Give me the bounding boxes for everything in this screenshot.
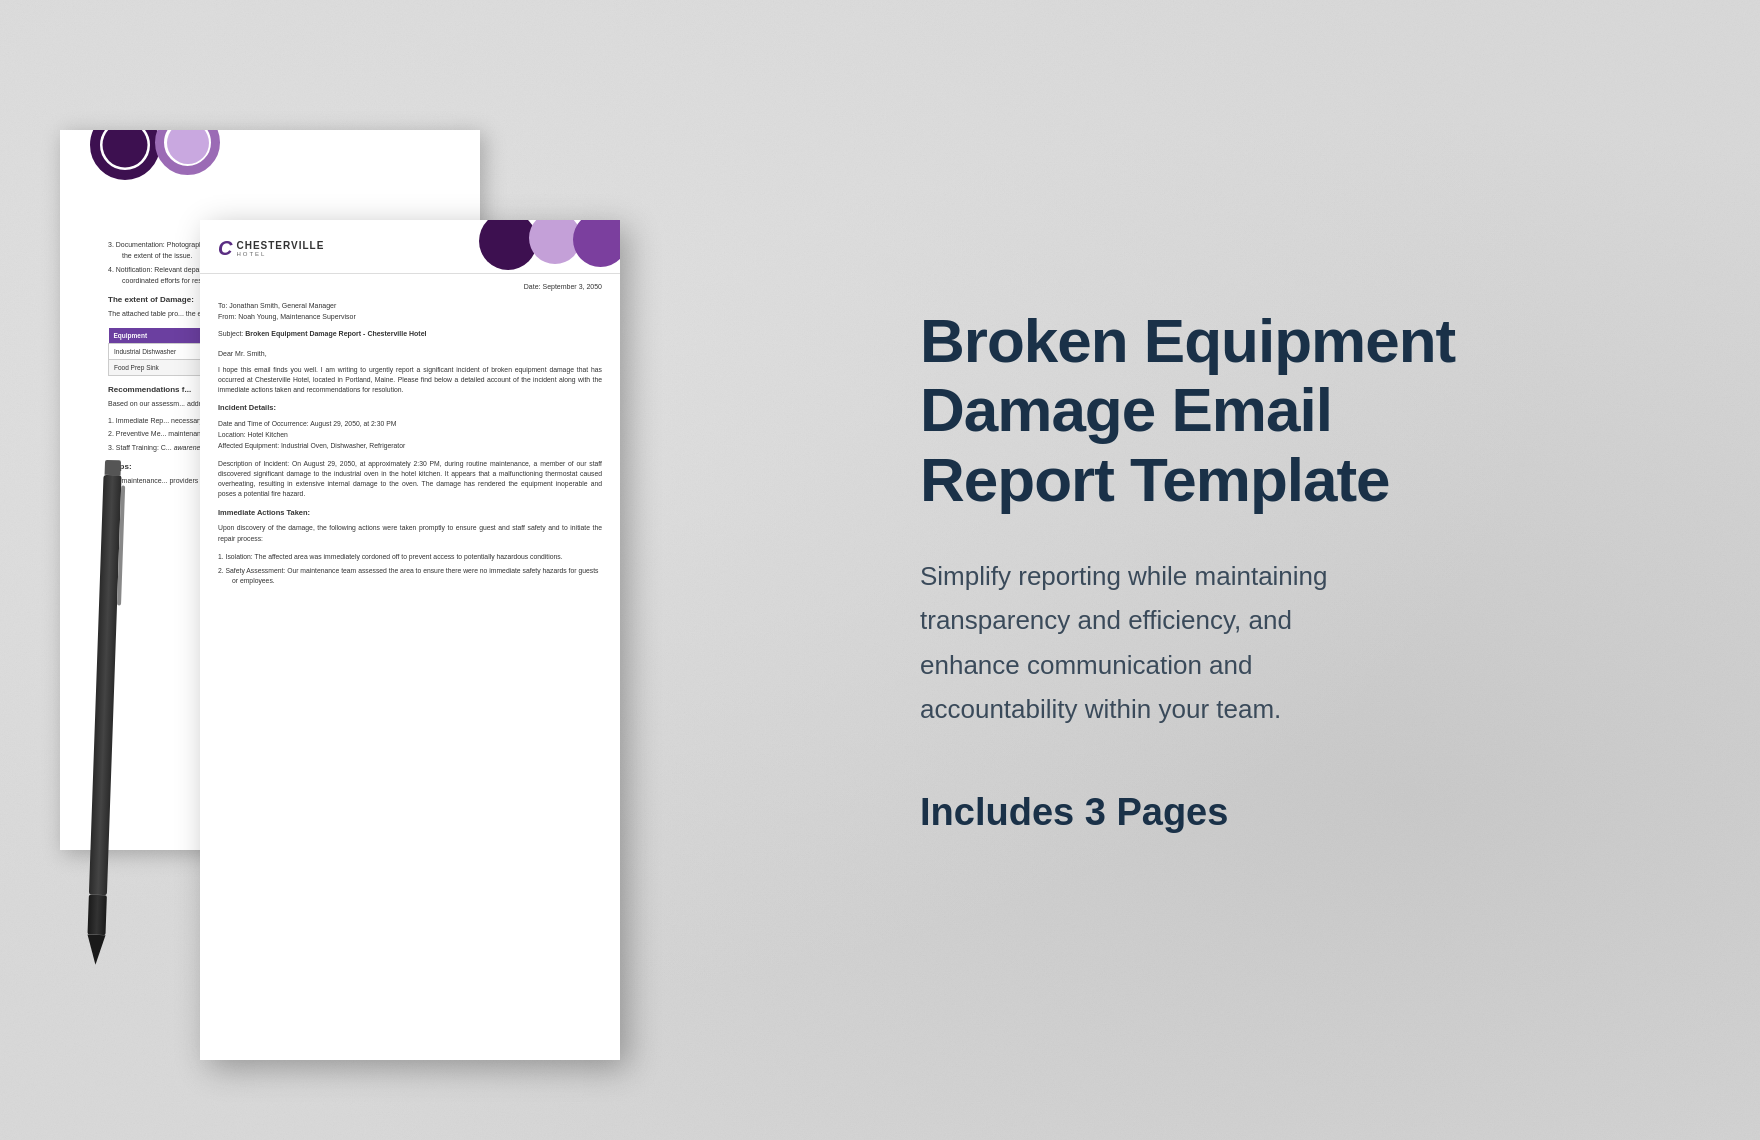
main-title: Broken Equipment Damage Email Report Tem… bbox=[920, 306, 1660, 514]
back-doc-circles bbox=[90, 130, 220, 180]
incident-title: Incident Details: bbox=[218, 403, 602, 414]
affected-equipment: Affected Equipment: Industrial Oven, Dis… bbox=[218, 441, 602, 452]
front-circle-medium bbox=[573, 220, 620, 267]
desc-line-1: Simplify reporting while maintaining bbox=[920, 561, 1328, 591]
description-para: Description of Incident: On August 29, 2… bbox=[218, 459, 602, 500]
location-line: Location: Hotel Kitchen bbox=[218, 430, 602, 441]
title-line-2: Damage Email bbox=[920, 375, 1332, 444]
title-line-3: Report Template bbox=[920, 445, 1390, 514]
pen-grip bbox=[88, 895, 107, 936]
left-section: 3. Documentation: Photographs of the dam… bbox=[0, 0, 660, 1140]
to-line: To: Jonathan Smith, General Manager bbox=[218, 300, 602, 311]
logo-area: C Chesterville HOTEL bbox=[218, 234, 324, 263]
action-2: 2. Safety Assessment: Our maintenance te… bbox=[218, 566, 602, 586]
desc-line-2: transparency and efficiency, and bbox=[920, 605, 1292, 635]
description-text: Simplify reporting while maintaining tra… bbox=[920, 554, 1660, 731]
action-1: 1. Isolation: The affected area was imme… bbox=[218, 552, 602, 562]
to-from-block: To: Jonathan Smith, General Manager From… bbox=[218, 300, 602, 322]
pen-top bbox=[105, 460, 122, 476]
doc-body: Date: September 3, 2050 To: Jonathan Smi… bbox=[200, 282, 620, 604]
logo-name: Chesterville bbox=[236, 240, 324, 251]
logo-letter: C bbox=[218, 234, 232, 263]
subject-text: Broken Equipment Damage Report - Chester… bbox=[245, 330, 426, 337]
circle-1 bbox=[90, 130, 160, 180]
salutation: Dear Mr. Smith, bbox=[218, 349, 602, 359]
desc-line-3: enhance communication and bbox=[920, 650, 1252, 680]
front-doc-circles bbox=[479, 220, 620, 270]
subject-line: Subject: Broken Equipment Damage Report … bbox=[218, 329, 602, 339]
actions-title: Immediate Actions Taken: bbox=[218, 508, 602, 519]
title-line-1: Broken Equipment bbox=[920, 306, 1455, 375]
front-document: C Chesterville HOTEL Chesterville Hotel … bbox=[200, 220, 620, 1060]
intro-paragraph: I hope this email finds you well. I am w… bbox=[218, 365, 602, 396]
documents-container: 3. Documentation: Photographs of the dam… bbox=[60, 100, 640, 1040]
date-occurrence: Date and Time of Occurrence: August 29, … bbox=[218, 419, 602, 430]
right-section: Broken Equipment Damage Email Report Tem… bbox=[860, 0, 1760, 1140]
circle-2 bbox=[155, 130, 220, 175]
logo-text: Chesterville HOTEL bbox=[236, 240, 324, 258]
actions-para: Upon discovery of the damage, the follow… bbox=[218, 523, 602, 543]
date-line: Date: September 3, 2050 bbox=[218, 282, 602, 292]
pen-tip bbox=[86, 935, 105, 966]
logo-sub: HOTEL bbox=[236, 251, 324, 258]
desc-line-4: accountability within your team. bbox=[920, 694, 1281, 724]
from-line: From: Noah Young, Maintenance Supervisor bbox=[218, 311, 602, 322]
front-circle-dark bbox=[479, 220, 537, 270]
subject-label: Subject: bbox=[218, 330, 245, 337]
includes-label: Includes 3 Pages bbox=[920, 791, 1660, 834]
